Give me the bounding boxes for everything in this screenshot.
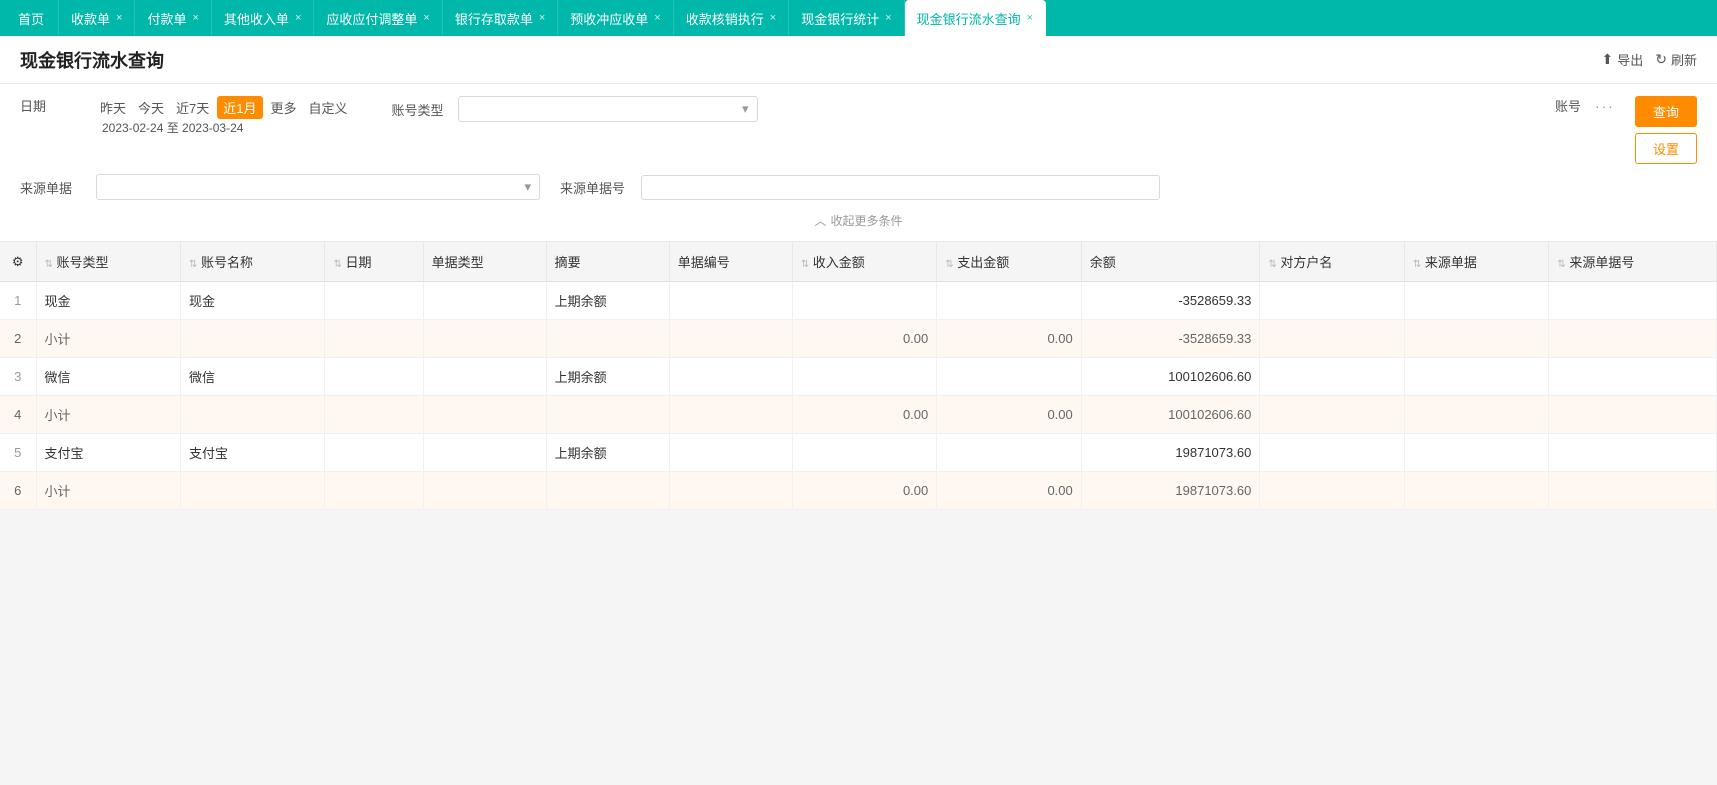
close-icon[interactable]: ×	[539, 12, 545, 24]
table-row[interactable]: 2小计0.000.00-3528659.33	[0, 320, 1717, 358]
close-icon[interactable]: ×	[654, 12, 660, 24]
chevron-down-icon-2: ▾	[524, 179, 531, 195]
refresh-label: 刷新	[1671, 50, 1697, 69]
settings-button[interactable]: 设置	[1635, 133, 1697, 164]
close-icon[interactable]: ×	[1027, 12, 1033, 24]
nav-label-cash-stat: 现金银行统计	[801, 9, 879, 28]
nav-label-payment: 付款单	[147, 9, 186, 28]
collapse-bar[interactable]: ︿ 收起更多条件	[20, 206, 1697, 233]
chevron-up-icon: ︿	[814, 212, 826, 229]
nav-label-bank-deposit: 银行存取款单	[455, 9, 533, 28]
nav-label-other-income: 其他收入单	[224, 9, 289, 28]
sort-icon: ⇅	[189, 259, 197, 270]
table-header-expense[interactable]: ⇅ 支出金额	[937, 242, 1081, 282]
table-header-settings[interactable]: ⚙	[0, 242, 36, 282]
table-header-source-doc-no[interactable]: ⇅ 来源单据号	[1549, 242, 1717, 282]
nav-item-other-income[interactable]: 其他收入单 ×	[212, 0, 314, 36]
top-navigation: 首页 收款单 × 付款单 × 其他收入单 × 应收应付调整单 × 银行存取款单 …	[0, 0, 1717, 36]
table-header-doc-type[interactable]: 单据类型	[423, 242, 546, 282]
nav-label-verify: 收款核销执行	[686, 9, 764, 28]
account-ellipsis-btn[interactable]: ···	[1595, 98, 1615, 114]
table-header-source-doc[interactable]: ⇅ 来源单据	[1404, 242, 1548, 282]
table-header-date[interactable]: ⇅ 日期	[325, 242, 423, 282]
table-header-account-type[interactable]: ⇅ 账号类型	[36, 242, 180, 282]
date-btn-1month[interactable]: 近1月	[217, 96, 262, 119]
sort-icon: ⇅	[801, 259, 809, 270]
date-btn-yesterday[interactable]: 昨天	[96, 96, 130, 119]
collapse-label: 收起更多条件	[831, 212, 903, 229]
nav-item-cash-flow[interactable]: 现金银行流水查询 ×	[905, 0, 1046, 36]
date-range: 2023-02-24 至 2023-03-24	[102, 119, 352, 136]
header-actions: ⬆ 导出 ↻ 刷新	[1602, 50, 1698, 69]
account-label: 账号	[1555, 96, 1581, 115]
sort-icon: ⇅	[1413, 259, 1421, 270]
export-label: 导出	[1617, 50, 1643, 69]
table-container: ⚙ ⇅ 账号类型 ⇅ 账号名称 ⇅ 日期 单据类型 摘要	[0, 242, 1717, 510]
close-icon[interactable]: ×	[192, 12, 198, 24]
table-header-summary[interactable]: 摘要	[546, 242, 669, 282]
date-btn-today[interactable]: 今天	[134, 96, 168, 119]
export-icon: ⬆	[1602, 51, 1614, 68]
table-row[interactable]: 4小计0.000.00100102606.60	[0, 396, 1717, 434]
nav-label-prepay: 预收冲应收单	[570, 9, 648, 28]
date-btn-7days[interactable]: 近7天	[172, 96, 213, 119]
table-header-row: ⚙ ⇅ 账号类型 ⇅ 账号名称 ⇅ 日期 单据类型 摘要	[0, 242, 1717, 282]
source-doc-no-label: 来源单据号	[560, 178, 625, 197]
nav-item-receipt[interactable]: 收款单 ×	[59, 0, 135, 36]
data-table: ⚙ ⇅ 账号类型 ⇅ 账号名称 ⇅ 日期 单据类型 摘要	[0, 242, 1717, 510]
table-header-income[interactable]: ⇅ 收入金额	[792, 242, 936, 282]
table-header-account-name[interactable]: ⇅ 账号名称	[180, 242, 324, 282]
gear-icon: ⚙	[12, 254, 24, 269]
refresh-button[interactable]: ↻ 刷新	[1655, 50, 1697, 69]
table-header-balance[interactable]: 余额	[1081, 242, 1260, 282]
source-doc-select[interactable]: ▾	[96, 174, 540, 200]
nav-label-receipt: 收款单	[71, 9, 110, 28]
filter-area: 日期 昨天 今天 近7天 近1月 更多 自定义 2023-02-24 至 202…	[0, 84, 1717, 242]
refresh-icon: ↻	[1655, 51, 1667, 68]
table-body: 1现金现金上期余额-3528659.332小计0.000.00-3528659.…	[0, 282, 1717, 510]
table-row[interactable]: 1现金现金上期余额-3528659.33	[0, 282, 1717, 320]
sort-icon: ⇅	[1557, 259, 1565, 270]
nav-label-home: 首页	[18, 9, 44, 28]
nav-item-payment[interactable]: 付款单 ×	[135, 0, 211, 36]
close-icon[interactable]: ×	[423, 12, 429, 24]
nav-item-home[interactable]: 首页	[4, 0, 59, 36]
date-label: 日期	[20, 96, 80, 115]
sort-icon: ⇅	[1268, 259, 1276, 270]
nav-item-verify[interactable]: 收款核销执行 ×	[674, 0, 789, 36]
table-row[interactable]: 3微信微信上期余额100102606.60	[0, 358, 1717, 396]
close-icon[interactable]: ×	[116, 12, 122, 24]
nav-item-cash-stat[interactable]: 现金银行统计 ×	[789, 0, 904, 36]
date-btn-more[interactable]: 更多	[267, 96, 301, 119]
table-row[interactable]: 6小计0.000.0019871073.60	[0, 472, 1717, 510]
nav-item-bank-deposit[interactable]: 银行存取款单 ×	[443, 0, 558, 36]
close-icon[interactable]: ×	[295, 12, 301, 24]
account-type-label: 账号类型	[392, 100, 444, 119]
date-options: 昨天 今天 近7天 近1月 更多 自定义	[96, 96, 352, 119]
table-row[interactable]: 5支付宝支付宝上期余额19871073.60	[0, 434, 1717, 472]
nav-item-prepay[interactable]: 预收冲应收单 ×	[558, 0, 673, 36]
sort-icon: ⇅	[333, 259, 341, 270]
source-doc-no-input[interactable]	[641, 175, 1160, 200]
source-doc-label: 来源单据	[20, 178, 80, 197]
page-header: 现金银行流水查询 ⬆ 导出 ↻ 刷新	[0, 36, 1717, 84]
account-type-select[interactable]: ▾	[458, 96, 758, 122]
export-button[interactable]: ⬆ 导出	[1602, 50, 1644, 69]
nav-item-ar-ap-adjust[interactable]: 应收应付调整单 ×	[314, 0, 442, 36]
date-btn-custom[interactable]: 自定义	[305, 96, 352, 119]
page-title: 现金银行流水查询	[20, 47, 164, 73]
table-header-counterpart[interactable]: ⇅ 对方户名	[1260, 242, 1404, 282]
close-icon[interactable]: ×	[770, 12, 776, 24]
sort-icon: ⇅	[45, 259, 53, 270]
sort-icon: ⇅	[945, 259, 953, 270]
close-icon[interactable]: ×	[885, 12, 891, 24]
nav-label-ar-ap-adjust: 应收应付调整单	[326, 9, 417, 28]
query-button[interactable]: 查询	[1635, 96, 1697, 127]
nav-label-cash-flow: 现金银行流水查询	[917, 9, 1021, 28]
chevron-down-icon: ▾	[742, 101, 749, 117]
table-header-doc-no[interactable]: 单据编号	[669, 242, 792, 282]
